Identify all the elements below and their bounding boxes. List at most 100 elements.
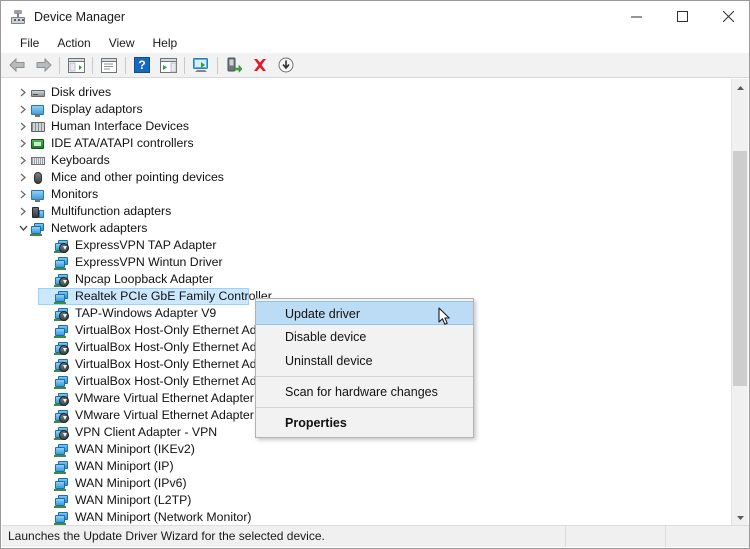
back-icon[interactable] (6, 54, 28, 76)
mouse-cursor (438, 307, 451, 329)
toolbar: ? (1, 53, 749, 78)
tree-row-label: Realtek PCIe GbE Family Controller (75, 289, 272, 303)
hid-icon (30, 119, 46, 135)
scroll-up-icon[interactable] (732, 79, 749, 96)
tree-row[interactable]: ExpressVPN TAP Adapter (2, 237, 733, 254)
chevron-right-icon[interactable] (16, 186, 30, 203)
context-menu-item-scan-for-hardware-changes[interactable]: Scan for hardware changes (256, 380, 473, 404)
menu-help[interactable]: Help (144, 34, 187, 52)
tree-row-label: Network adapters (51, 221, 148, 235)
tree-row[interactable]: Multifunction adapters (2, 203, 733, 220)
tree-row-label: VMware Virtual Ethernet Adapter (75, 391, 254, 405)
menu-bar: File Action View Help (1, 32, 749, 53)
multifunction-adapter-icon (30, 204, 46, 220)
tree-row-label: ExpressVPN TAP Adapter (75, 238, 217, 252)
window-controls (613, 1, 749, 32)
tree-row[interactable]: Human Interface Devices (2, 118, 733, 135)
tree-row-label: VirtualBox Host-Only Ethernet Adapter (75, 374, 285, 388)
close-button[interactable] (705, 1, 749, 32)
network-adapter-virtual-icon (54, 357, 70, 373)
tree-row[interactable]: Disk drives (2, 84, 733, 101)
properties-icon[interactable] (98, 54, 120, 76)
context-menu-item-uninstall-device[interactable]: Uninstall device (256, 349, 473, 373)
tree-row[interactable]: WAN Miniport (L2TP) (2, 492, 733, 509)
show-hide-console-tree-icon[interactable] (65, 54, 87, 76)
title-bar: Device Manager (1, 1, 749, 32)
tree-row-label: WAN Miniport (Network Monitor) (75, 510, 252, 524)
device-manager-icon (10, 9, 26, 25)
update-driver-icon[interactable] (157, 54, 179, 76)
tree-row[interactable]: Npcap Loopback Adapter (2, 271, 733, 288)
enable-device-icon[interactable] (223, 54, 245, 76)
chevron-right-icon[interactable] (16, 169, 30, 186)
status-pane-2 (566, 526, 666, 547)
tree-row[interactable]: WAN Miniport (IP) (2, 458, 733, 475)
chevron-right-icon[interactable] (16, 84, 30, 101)
tree-row-label: ExpressVPN Wintun Driver (75, 255, 223, 269)
tree-row[interactable]: Mice and other pointing devices (2, 169, 733, 186)
menu-action[interactable]: Action (48, 34, 99, 52)
chevron-right-icon[interactable] (16, 101, 30, 118)
chevron-down-icon[interactable] (16, 220, 30, 237)
monitor-icon (30, 187, 46, 203)
network-adapter-icon (30, 221, 46, 237)
disk-drive-icon (30, 85, 46, 101)
network-adapter-icon (54, 510, 70, 526)
chevron-right-icon[interactable] (16, 203, 30, 220)
help-icon[interactable]: ? (131, 54, 153, 76)
tree-row-label: Npcap Loopback Adapter (75, 272, 214, 286)
context-menu-separator (256, 407, 473, 408)
menu-file[interactable]: File (11, 34, 48, 52)
tree-row[interactable]: WAN Miniport (Network Monitor) (2, 509, 733, 526)
tree-row[interactable]: Display adaptors (2, 101, 733, 118)
tree-row[interactable]: Monitors (2, 186, 733, 203)
tree-row[interactable]: Keyboards (2, 152, 733, 169)
menu-view[interactable]: View (100, 34, 144, 52)
vertical-scrollbar[interactable] (731, 79, 748, 526)
keyboard-icon (30, 153, 46, 169)
context-menu-item-properties[interactable]: Properties (256, 411, 473, 435)
status-pane-3 (666, 526, 749, 547)
uninstall-device-icon[interactable] (249, 54, 271, 76)
network-adapter-virtual-icon (54, 238, 70, 254)
chevron-right-icon[interactable] (16, 152, 30, 169)
network-adapter-virtual-icon (54, 272, 70, 288)
network-adapter-icon (54, 323, 70, 339)
tree-row-label: Display adaptors (51, 102, 143, 116)
forward-icon[interactable] (32, 54, 54, 76)
disable-device-icon[interactable] (275, 54, 297, 76)
network-adapter-icon (54, 442, 70, 458)
minimize-button[interactable] (613, 1, 659, 32)
mouse-icon (30, 170, 46, 186)
tree-row[interactable]: WAN Miniport (IKEv2) (2, 441, 733, 458)
display-adapter-icon (30, 102, 46, 118)
network-adapter-icon (54, 255, 70, 271)
chevron-right-icon[interactable] (16, 118, 30, 135)
device-manager-window: Device Manager File Action View Help ? D… (0, 0, 750, 549)
tree-row-label: Mice and other pointing devices (51, 170, 224, 184)
chevron-right-icon[interactable] (16, 135, 30, 152)
maximize-button[interactable] (659, 1, 705, 32)
tree-row-label: IDE ATA/ATAPI controllers (51, 136, 194, 150)
window-title: Device Manager (34, 9, 126, 24)
tree-row-label: Human Interface Devices (51, 119, 190, 133)
tree-row[interactable]: Network adapters (2, 220, 733, 237)
tree-row-label: Keyboards (51, 153, 110, 167)
tree-row-label: Disk drives (51, 85, 112, 99)
scrollbar-thumb[interactable] (733, 151, 747, 386)
tree-row[interactable]: IDE ATA/ATAPI controllers (2, 135, 733, 152)
tree-row[interactable]: ExpressVPN Wintun Driver (2, 254, 733, 271)
scroll-down-icon[interactable] (732, 509, 749, 526)
tree-row[interactable]: WAN Miniport (IPv6) (2, 475, 733, 492)
scan-for-hardware-changes-icon[interactable] (190, 54, 212, 76)
